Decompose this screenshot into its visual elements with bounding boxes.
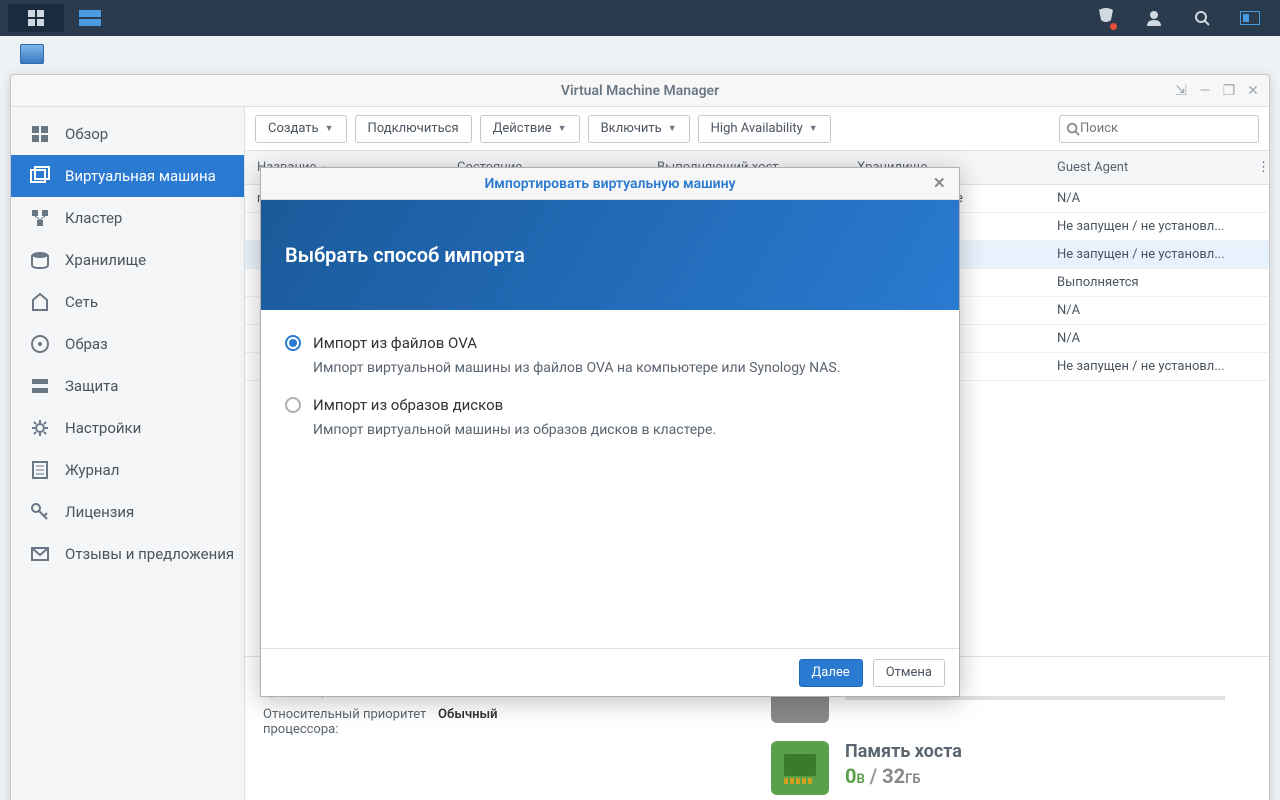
dialog-close-icon[interactable]: ✕ xyxy=(933,174,951,192)
radio-desc-ova: Импорт виртуальной машины из файлов OVA … xyxy=(313,360,935,376)
search-icon[interactable] xyxy=(1180,4,1224,32)
overview-icon xyxy=(29,123,51,145)
priority-label: Относительный приоритет процессора: xyxy=(263,707,438,737)
memory-value: 0B / 32ГБ xyxy=(845,764,962,788)
window-minimize-icon[interactable]: — xyxy=(1195,81,1215,101)
sidebar-item-label: Лицензия xyxy=(65,503,134,521)
cell-agent: N/A xyxy=(1045,331,1269,346)
sidebar: Обзор Виртуальная машина Кластер Хранили… xyxy=(11,107,245,800)
sidebar-item-label: Обзор xyxy=(65,125,108,143)
cell-agent: Выполняется xyxy=(1045,275,1269,290)
next-button[interactable]: Далее xyxy=(799,659,863,687)
cancel-button[interactable]: Отмена xyxy=(873,659,945,687)
desktop-area: Virtual Machine Manager ⇲ — ❐ ✕ Обзор Ви… xyxy=(0,36,1280,800)
sidebar-item-license[interactable]: Лицензия xyxy=(11,491,244,533)
cell-agent: N/A xyxy=(1045,191,1269,206)
sidebar-item-vm[interactable]: Виртуальная машина xyxy=(11,155,244,197)
dialog-titlebar[interactable]: Импортировать виртуальную машину ✕ xyxy=(261,168,959,200)
col-agent[interactable]: Guest Agent xyxy=(1045,160,1245,175)
sidebar-item-feedback[interactable]: Отзывы и предложения xyxy=(11,533,244,575)
sidebar-item-log[interactable]: Журнал xyxy=(11,449,244,491)
sidebar-item-label: Хранилище xyxy=(65,251,146,269)
priority-value: Обычный xyxy=(438,707,498,737)
sidebar-item-settings[interactable]: Настройки xyxy=(11,407,244,449)
desktop-shortcut[interactable] xyxy=(20,44,44,64)
window-title: Virtual Machine Manager xyxy=(561,83,719,99)
window-pin-icon[interactable]: ⇲ xyxy=(1171,81,1191,101)
storage-icon xyxy=(29,249,51,271)
vm-icon xyxy=(29,165,51,187)
sidebar-item-network[interactable]: Сеть xyxy=(11,281,244,323)
toolbar: Создать▼ Подключиться Действие▼ Включить… xyxy=(245,107,1269,151)
connect-button[interactable]: Подключиться xyxy=(355,115,472,143)
main-menu-button[interactable] xyxy=(8,4,64,32)
ha-button[interactable]: High Availability▼ xyxy=(698,115,831,143)
dialog-heading: Выбрать способ импорта xyxy=(285,243,525,267)
mail-icon xyxy=(29,543,51,565)
cell-agent: Не запущен / не установл... xyxy=(1045,219,1269,234)
dialog-body: Импорт из файлов OVA Импорт виртуальной … xyxy=(261,310,959,648)
sidebar-item-label: Образ xyxy=(65,335,108,353)
sidebar-item-protection[interactable]: Защита xyxy=(11,365,244,407)
gear-icon xyxy=(29,417,51,439)
sidebar-item-cluster[interactable]: Кластер xyxy=(11,197,244,239)
memory-title: Память хоста xyxy=(845,741,962,762)
cell-agent: N/A xyxy=(1045,303,1269,318)
radio-import-ova[interactable] xyxy=(285,335,301,351)
radio-desc-disk: Импорт виртуальной машины из образов дис… xyxy=(313,422,935,438)
sidebar-item-label: Отзывы и предложения xyxy=(65,545,234,563)
dialog-title: Импортировать виртуальную машину xyxy=(484,176,735,192)
sidebar-item-label: Настройки xyxy=(65,419,141,437)
dialog-hero: Выбрать способ импорта xyxy=(261,200,959,310)
search-input[interactable] xyxy=(1059,115,1259,143)
col-menu-icon[interactable]: ⋮ xyxy=(1245,160,1269,175)
sidebar-item-label: Кластер xyxy=(65,209,122,227)
dialog-footer: Далее Отмена xyxy=(261,648,959,696)
storage-app-icon[interactable] xyxy=(68,4,112,32)
radio-label-disk[interactable]: Импорт из образов дисков xyxy=(313,396,503,414)
action-button[interactable]: Действие▼ xyxy=(480,115,580,143)
user-icon[interactable] xyxy=(1132,4,1176,32)
radio-label-ova[interactable]: Импорт из файлов OVA xyxy=(313,334,477,352)
sidebar-item-image[interactable]: Образ xyxy=(11,323,244,365)
network-icon xyxy=(29,291,51,313)
image-icon xyxy=(29,333,51,355)
sidebar-item-overview[interactable]: Обзор xyxy=(11,113,244,155)
sidebar-item-label: Сеть xyxy=(65,293,98,311)
notifications-icon[interactable] xyxy=(1084,4,1128,32)
create-button[interactable]: Создать▼ xyxy=(255,115,347,143)
cluster-icon xyxy=(29,207,51,229)
sidebar-item-label: Виртуальная машина xyxy=(65,167,216,185)
sidebar-item-storage[interactable]: Хранилище xyxy=(11,239,244,281)
window-maximize-icon[interactable]: ❐ xyxy=(1219,81,1239,101)
key-icon xyxy=(29,501,51,523)
cell-agent: Не запущен / не установл... xyxy=(1045,359,1269,374)
memory-icon xyxy=(771,741,829,795)
radio-import-disk[interactable] xyxy=(285,397,301,413)
cell-agent: Не запущен / не установл... xyxy=(1045,247,1269,262)
widgets-icon[interactable] xyxy=(1228,4,1272,32)
import-vm-dialog: Импортировать виртуальную машину ✕ Выбра… xyxy=(260,167,960,697)
search-icon xyxy=(1066,122,1080,136)
power-button[interactable]: Включить▼ xyxy=(588,115,690,143)
window-close-icon[interactable]: ✕ xyxy=(1243,81,1263,101)
shield-icon xyxy=(29,375,51,397)
window-titlebar[interactable]: Virtual Machine Manager ⇲ — ❐ ✕ xyxy=(11,75,1269,107)
sidebar-item-label: Журнал xyxy=(65,461,119,479)
system-taskbar xyxy=(0,0,1280,36)
log-icon xyxy=(29,459,51,481)
sidebar-item-label: Защита xyxy=(65,377,118,395)
